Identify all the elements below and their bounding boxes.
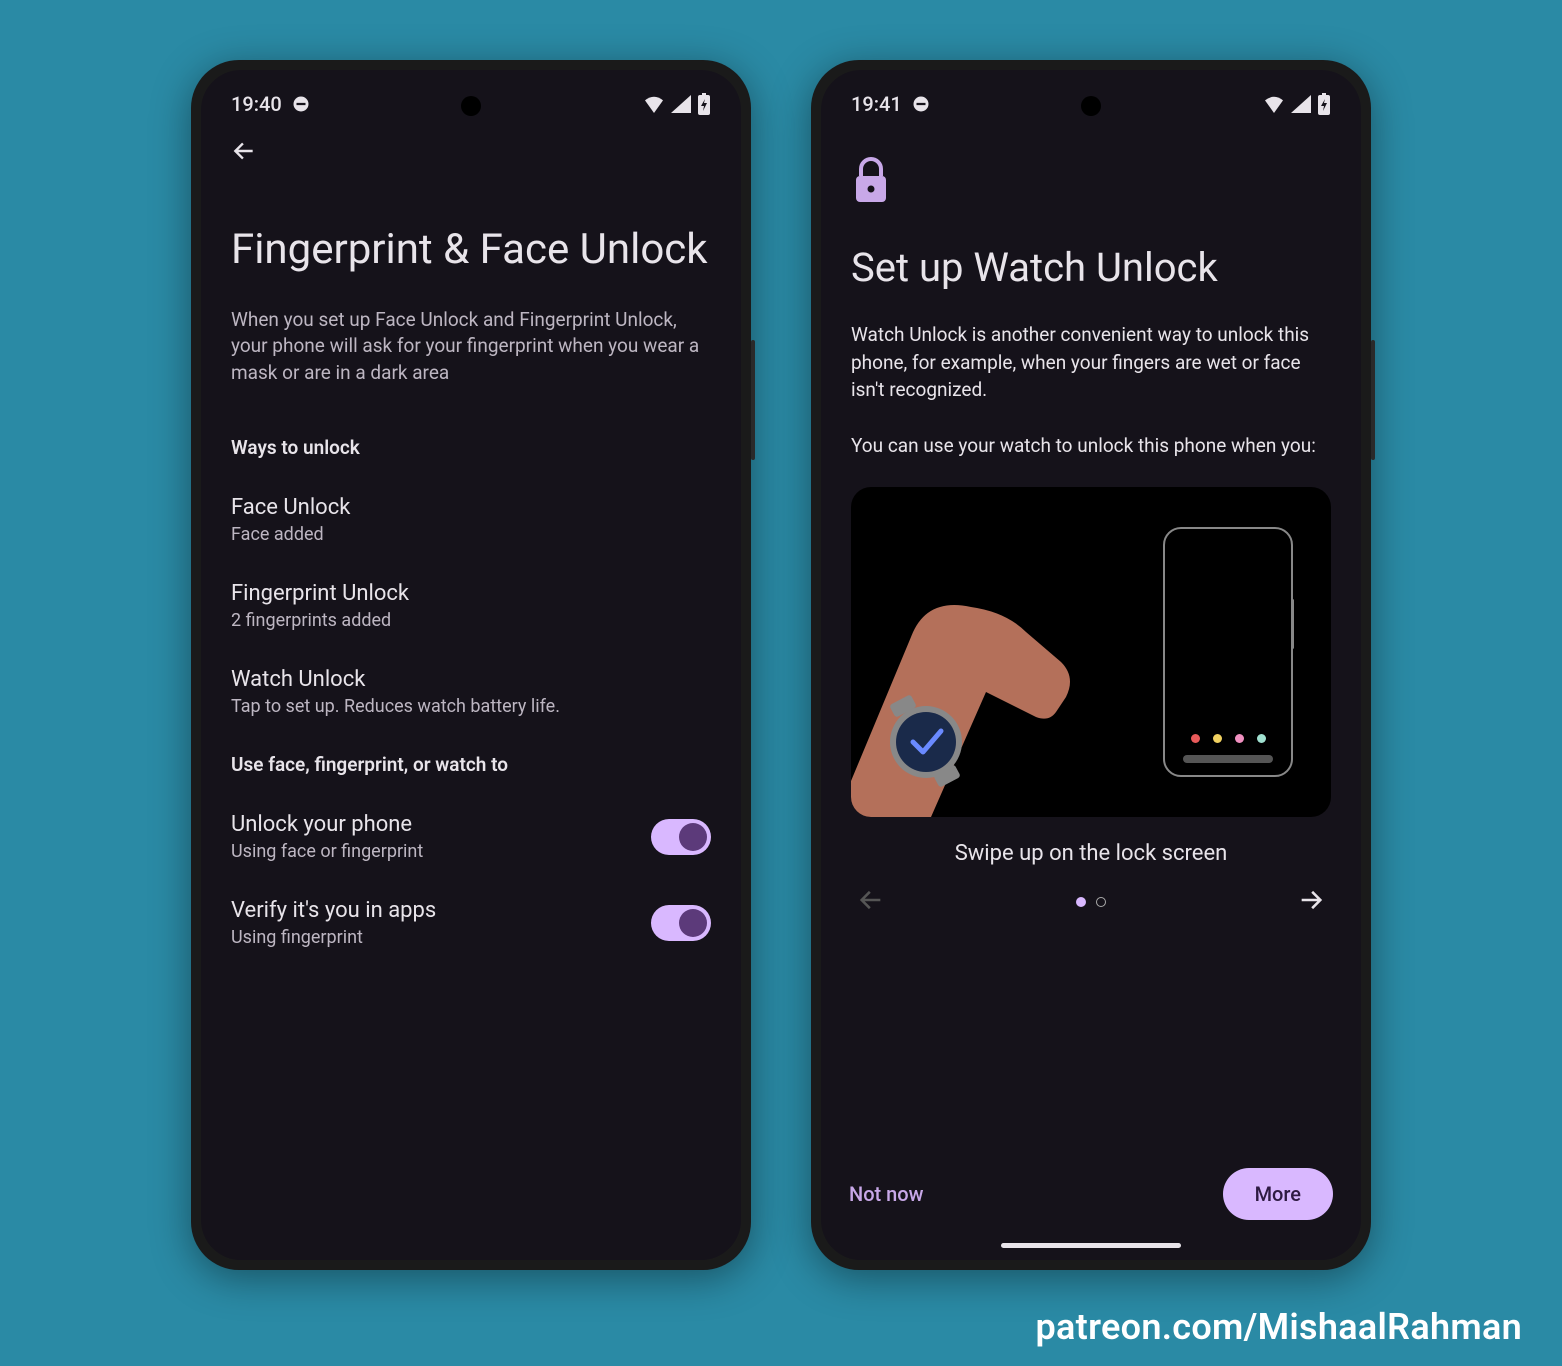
section-ways-label: Ways to unlock xyxy=(231,436,711,459)
toggle-subtitle: Using fingerprint xyxy=(231,927,651,948)
camera-notch xyxy=(461,96,481,116)
page-description: When you set up Face Unlock and Fingerpr… xyxy=(231,307,711,387)
page-title: Set up Watch Unlock xyxy=(851,244,1331,291)
lock-icon xyxy=(851,156,1331,204)
toggle-switch[interactable] xyxy=(651,819,711,855)
illustration xyxy=(851,487,1331,817)
item-watch-unlock[interactable]: Watch Unlock Tap to set up. Reduces watc… xyxy=(231,667,711,717)
back-button[interactable] xyxy=(231,138,711,164)
pager-next-button[interactable] xyxy=(1297,886,1325,918)
watermark-text: patreon.com/MishaalRahman xyxy=(1036,1306,1523,1348)
item-fingerprint-unlock[interactable]: Fingerprint Unlock 2 fingerprints added xyxy=(231,581,711,631)
mini-dot xyxy=(1191,734,1200,743)
page-desc-2: You can use your watch to unlock this ph… xyxy=(851,432,1331,460)
status-time: 19:40 xyxy=(231,92,282,116)
dnd-icon xyxy=(292,95,310,113)
item-title: Watch Unlock xyxy=(231,667,711,692)
item-title: Fingerprint Unlock xyxy=(231,581,711,606)
toggle-title: Verify it's you in apps xyxy=(231,898,651,923)
toggle-subtitle: Using face or fingerprint xyxy=(231,841,651,862)
camera-notch xyxy=(1081,96,1101,116)
phone-mock-left: 19:40 Fingerprint & Face xyxy=(191,60,751,1270)
item-subtitle: Face added xyxy=(231,524,711,545)
toggle-switch[interactable] xyxy=(651,905,711,941)
mini-phone-graphic xyxy=(1163,527,1293,777)
mini-dot xyxy=(1235,734,1244,743)
gesture-navbar[interactable] xyxy=(1001,1243,1181,1248)
toggle-unlock-phone[interactable]: Unlock your phone Using face or fingerpr… xyxy=(231,812,711,862)
signal-icon xyxy=(671,95,691,113)
mini-navbar xyxy=(1183,755,1273,763)
screen-left: 19:40 Fingerprint & Face xyxy=(201,70,741,1260)
page-desc-1: Watch Unlock is another convenient way t… xyxy=(851,321,1331,404)
signal-icon xyxy=(1291,95,1311,113)
phone-mock-right: 19:41 xyxy=(811,60,1371,1270)
battery-icon xyxy=(697,93,711,115)
more-button[interactable]: More xyxy=(1223,1168,1333,1220)
not-now-button[interactable]: Not now xyxy=(849,1182,924,1206)
section-use-label: Use face, fingerprint, or watch to xyxy=(231,753,711,776)
hand-graphic xyxy=(851,517,1111,817)
pager xyxy=(851,886,1331,938)
status-time: 19:41 xyxy=(851,92,902,116)
wifi-icon xyxy=(1263,95,1285,113)
pager-dot xyxy=(1096,897,1106,907)
toggle-title: Unlock your phone xyxy=(231,812,651,837)
mini-dot xyxy=(1213,734,1222,743)
page-title: Fingerprint & Face Unlock xyxy=(231,224,711,277)
item-subtitle: Tap to set up. Reduces watch battery lif… xyxy=(231,696,711,717)
pager-prev-button xyxy=(857,886,885,918)
pager-dot-active xyxy=(1076,897,1086,907)
battery-icon xyxy=(1317,93,1331,115)
illustration-caption: Swipe up on the lock screen xyxy=(851,841,1331,866)
item-face-unlock[interactable]: Face Unlock Face added xyxy=(231,495,711,545)
dnd-icon xyxy=(912,95,930,113)
wifi-icon xyxy=(643,95,665,113)
mini-dot xyxy=(1257,734,1266,743)
toggle-verify-apps[interactable]: Verify it's you in apps Using fingerprin… xyxy=(231,898,711,948)
item-title: Face Unlock xyxy=(231,495,711,520)
screen-right: 19:41 xyxy=(821,70,1361,1260)
item-subtitle: 2 fingerprints added xyxy=(231,610,711,631)
